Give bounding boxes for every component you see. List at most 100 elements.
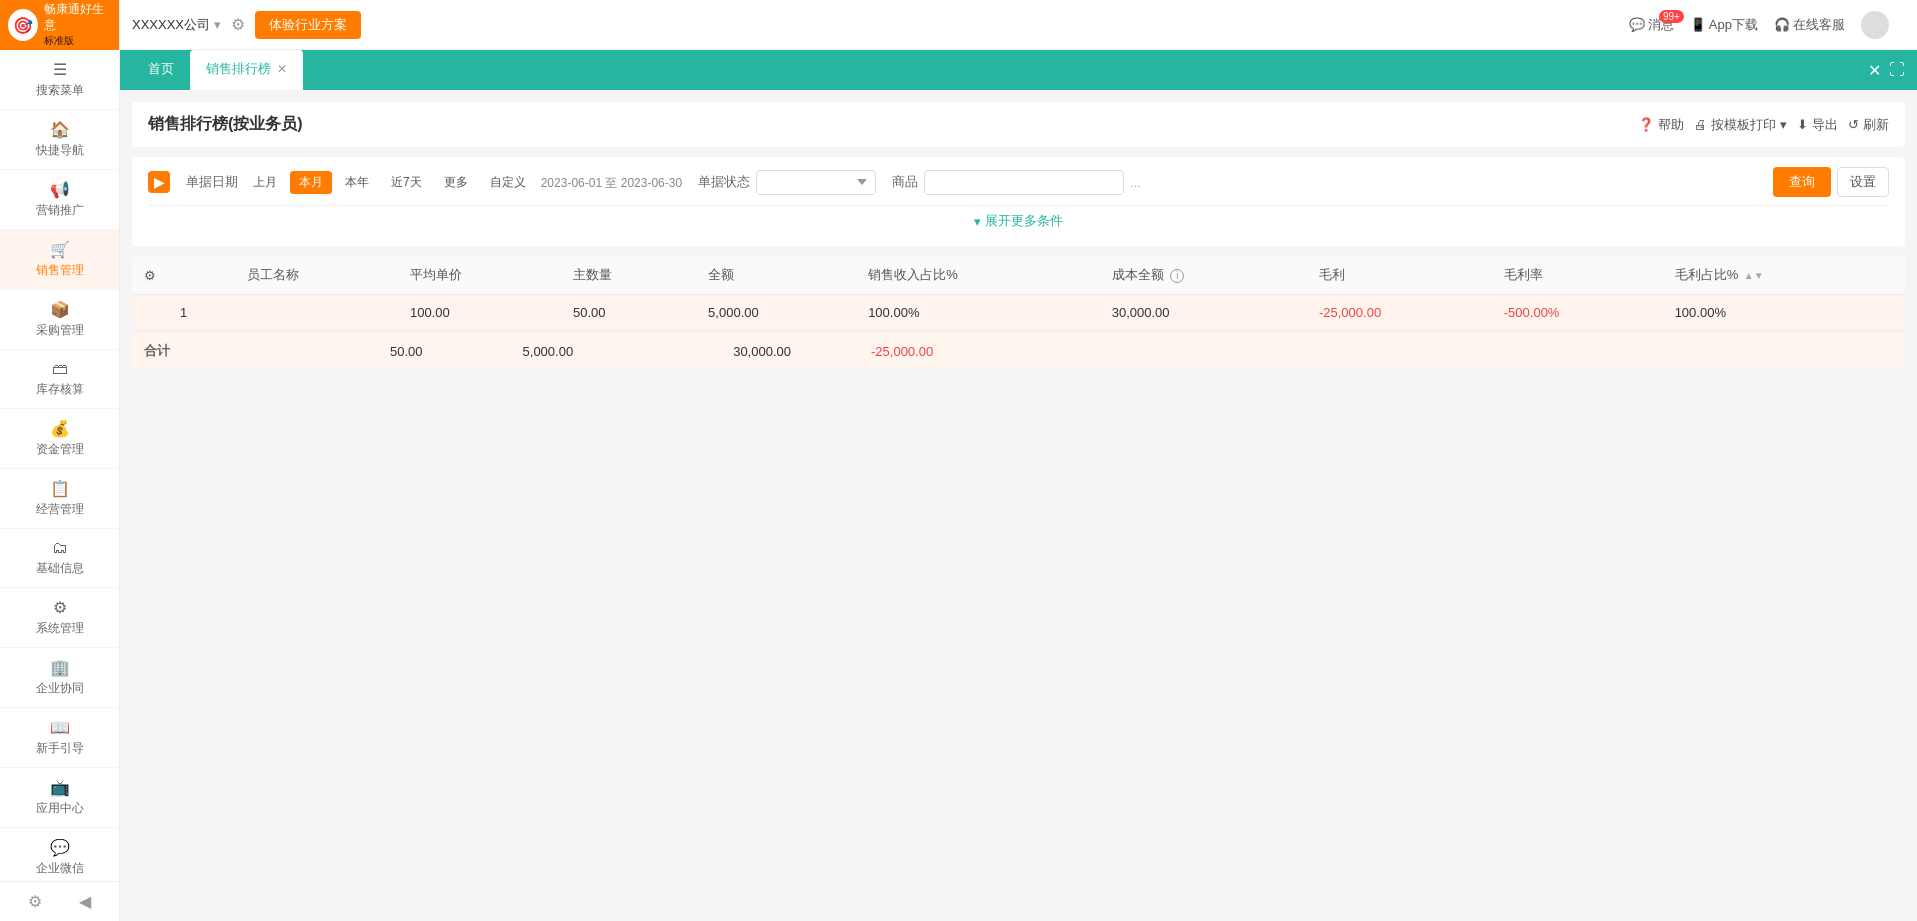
app-icon: 📱 <box>1690 17 1706 32</box>
tab-home-label: 首页 <box>148 60 174 78</box>
gross-pct-sort-icon[interactable]: ▲▼ <box>1744 270 1764 281</box>
topbar-settings-icon[interactable]: ⚙ <box>231 15 245 34</box>
cell-gross: -25,000.00 <box>1307 295 1492 331</box>
status-select[interactable] <box>756 170 876 195</box>
sidebar-item-base[interactable]: 🗂 基础信息 <box>0 529 119 588</box>
status-label: 单据状态 <box>698 173 750 191</box>
sidebar-logo: 🎯 畅康通好生意 标准版 <box>0 0 119 50</box>
sidebar-item-guide[interactable]: 📖 新手引导 <box>0 708 119 768</box>
marketing-label: 营销推广 <box>36 202 84 219</box>
date-btn-this-year[interactable]: 本年 <box>336 171 378 194</box>
message-icon: 💬 <box>1629 17 1645 32</box>
company-selector[interactable]: XXXXXX公司 ▾ <box>132 16 221 34</box>
tabbar-expand-icon[interactable]: ⛶ <box>1889 61 1905 80</box>
finance-icon: 💰 <box>50 419 70 438</box>
date-btn-last-month[interactable]: 上月 <box>244 171 286 194</box>
system-label: 系统管理 <box>36 620 84 637</box>
cell-qty: 50.00 <box>561 295 696 331</box>
cell-gross_pct: 100.00% <box>1663 295 1905 331</box>
apps-label: 应用中心 <box>36 800 84 817</box>
col-gross-pct: 毛利占比% ▲▼ <box>1663 256 1905 295</box>
col-qty: 主数量 <box>561 256 696 295</box>
goods-more-icon[interactable]: ... <box>1130 175 1141 190</box>
page-actions: ❓ 帮助 🖨 按模板打印 ▾ ⬇ 导出 ↺ 刷新 <box>1638 116 1889 134</box>
sidebar-item-sales[interactable]: 🛒 销售管理 <box>0 230 119 290</box>
marketing-icon: 📢 <box>50 180 70 199</box>
wechat-icon: 💬 <box>50 838 70 857</box>
goods-input[interactable] <box>924 170 1124 195</box>
query-button[interactable]: 查询 <box>1773 167 1831 197</box>
export-button[interactable]: ⬇ 导出 <box>1797 116 1838 134</box>
sidebar-collapse-icon[interactable]: ◀ <box>79 892 91 911</box>
topbar: XXXXXX公司 ▾ ⚙ 体验行业方案 💬 消息 99+ 📱 App下载 🎧 在… <box>120 0 1917 50</box>
date-btn-custom[interactable]: 自定义 <box>481 171 535 194</box>
footer-label: 合计 <box>144 342 170 360</box>
print-button[interactable]: 🖨 按模板打印 ▾ <box>1694 116 1787 134</box>
date-btn-7days[interactable]: 近7天 <box>382 171 431 194</box>
sidebar: 🎯 畅康通好生意 标准版 ☰ 搜索菜单 🏠 快捷导航 📢 营销推广 🛒 销售管理… <box>0 0 120 921</box>
sidebar-item-finance[interactable]: 💰 资金管理 <box>0 409 119 469</box>
col-settings[interactable]: ⚙ <box>132 256 168 295</box>
inventory-label: 库存核算 <box>36 381 84 398</box>
sidebar-settings-icon[interactable]: ⚙ <box>28 892 42 911</box>
sidebar-item-apps[interactable]: 📺 应用中心 <box>0 768 119 828</box>
messages-button[interactable]: 💬 消息 99+ <box>1629 16 1674 34</box>
col-gross-rate: 毛利率 <box>1492 256 1663 295</box>
print-icon: 🖨 <box>1694 117 1707 132</box>
data-table: ⚙ 员工名称 平均单价 主数量 全额 销售收入占比% 成本全额 i 毛利 毛利率… <box>132 256 1905 331</box>
avatar[interactable] <box>1861 11 1889 39</box>
corp-icon: 🏢 <box>50 658 70 677</box>
tabbar-close-icon[interactable]: ✕ <box>1868 61 1881 80</box>
col-settings-cell <box>132 295 168 331</box>
tab-home[interactable]: 首页 <box>132 50 190 90</box>
refresh-button[interactable]: ↺ 刷新 <box>1848 116 1889 134</box>
operation-icon: 📋 <box>50 479 70 498</box>
col-name: 员工名称 <box>235 256 398 295</box>
col-amount: 全额 <box>696 256 856 295</box>
apps-icon: 📺 <box>50 778 70 797</box>
search-icon: ☰ <box>53 60 67 79</box>
sidebar-item-inventory[interactable]: 🗃 库存核算 <box>0 350 119 409</box>
finance-label: 资金管理 <box>36 441 84 458</box>
footer-gross: -25,000.00 <box>871 344 933 359</box>
sidebar-item-shortcuts[interactable]: 🏠 快捷导航 <box>0 110 119 170</box>
company-name: XXXXXX公司 <box>132 16 210 34</box>
tab-sales-rank[interactable]: 销售排行榜 ✕ <box>190 50 303 90</box>
online-service-button[interactable]: 🎧 在线客服 <box>1774 16 1845 34</box>
wechat-label: 企业微信 <box>36 860 84 877</box>
app-download-button[interactable]: 📱 App下载 <box>1690 16 1758 34</box>
tab-close-icon[interactable]: ✕ <box>277 62 287 76</box>
trial-button[interactable]: 体验行业方案 <box>255 11 361 39</box>
cost-info-icon[interactable]: i <box>1170 269 1184 283</box>
sales-icon: 🛒 <box>50 240 70 259</box>
col-avg-price: 平均单价 <box>398 256 561 295</box>
expand-conditions-button[interactable]: ▾ 展开更多条件 <box>148 205 1889 236</box>
help-button[interactable]: ❓ 帮助 <box>1638 116 1684 134</box>
cell-name <box>235 295 398 331</box>
cell-avg_price: 100.00 <box>398 295 561 331</box>
base-label: 基础信息 <box>36 560 84 577</box>
company-arrow-icon: ▾ <box>214 17 221 32</box>
sidebar-item-wechat[interactable]: 💬 企业微信 <box>0 828 119 881</box>
cell-sales_pct: 100.00% <box>856 295 1100 331</box>
service-icon: 🎧 <box>1774 17 1790 32</box>
date-btn-this-month[interactable]: 本月 <box>290 171 332 194</box>
filter-toggle-button[interactable]: ▶ <box>148 171 170 193</box>
sidebar-item-system[interactable]: ⚙ 系统管理 <box>0 588 119 648</box>
table-row: 1100.0050.005,000.00100.00%30,000.00-25,… <box>132 295 1905 331</box>
sidebar-item-search[interactable]: ☰ 搜索菜单 <box>0 50 119 110</box>
goods-label: 商品 <box>892 173 918 191</box>
sidebar-item-corp[interactable]: 🏢 企业协同 <box>0 648 119 708</box>
sidebar-item-marketing[interactable]: 📢 营销推广 <box>0 170 119 230</box>
date-btn-more[interactable]: 更多 <box>435 171 477 194</box>
table-header-row: ⚙ 员工名称 平均单价 主数量 全额 销售收入占比% 成本全额 i 毛利 毛利率… <box>132 256 1905 295</box>
cell-rank: 1 <box>168 295 235 331</box>
page-header: 销售排行榜(按业务员) ❓ 帮助 🖨 按模板打印 ▾ ⬇ 导出 ↺ 刷新 <box>132 102 1905 147</box>
query-actions: 查询 设置 <box>1773 167 1889 197</box>
sidebar-item-operation[interactable]: 📋 经营管理 <box>0 469 119 529</box>
sidebar-item-purchase[interactable]: 📦 采购管理 <box>0 290 119 350</box>
settings-button[interactable]: 设置 <box>1837 167 1889 197</box>
sidebar-menu: ☰ 搜索菜单 🏠 快捷导航 📢 营销推广 🛒 销售管理 📦 采购管理 🗃 库存核… <box>0 50 119 881</box>
sales-label: 销售管理 <box>36 262 84 279</box>
main-area: XXXXXX公司 ▾ ⚙ 体验行业方案 💬 消息 99+ 📱 App下载 🎧 在… <box>120 0 1917 921</box>
